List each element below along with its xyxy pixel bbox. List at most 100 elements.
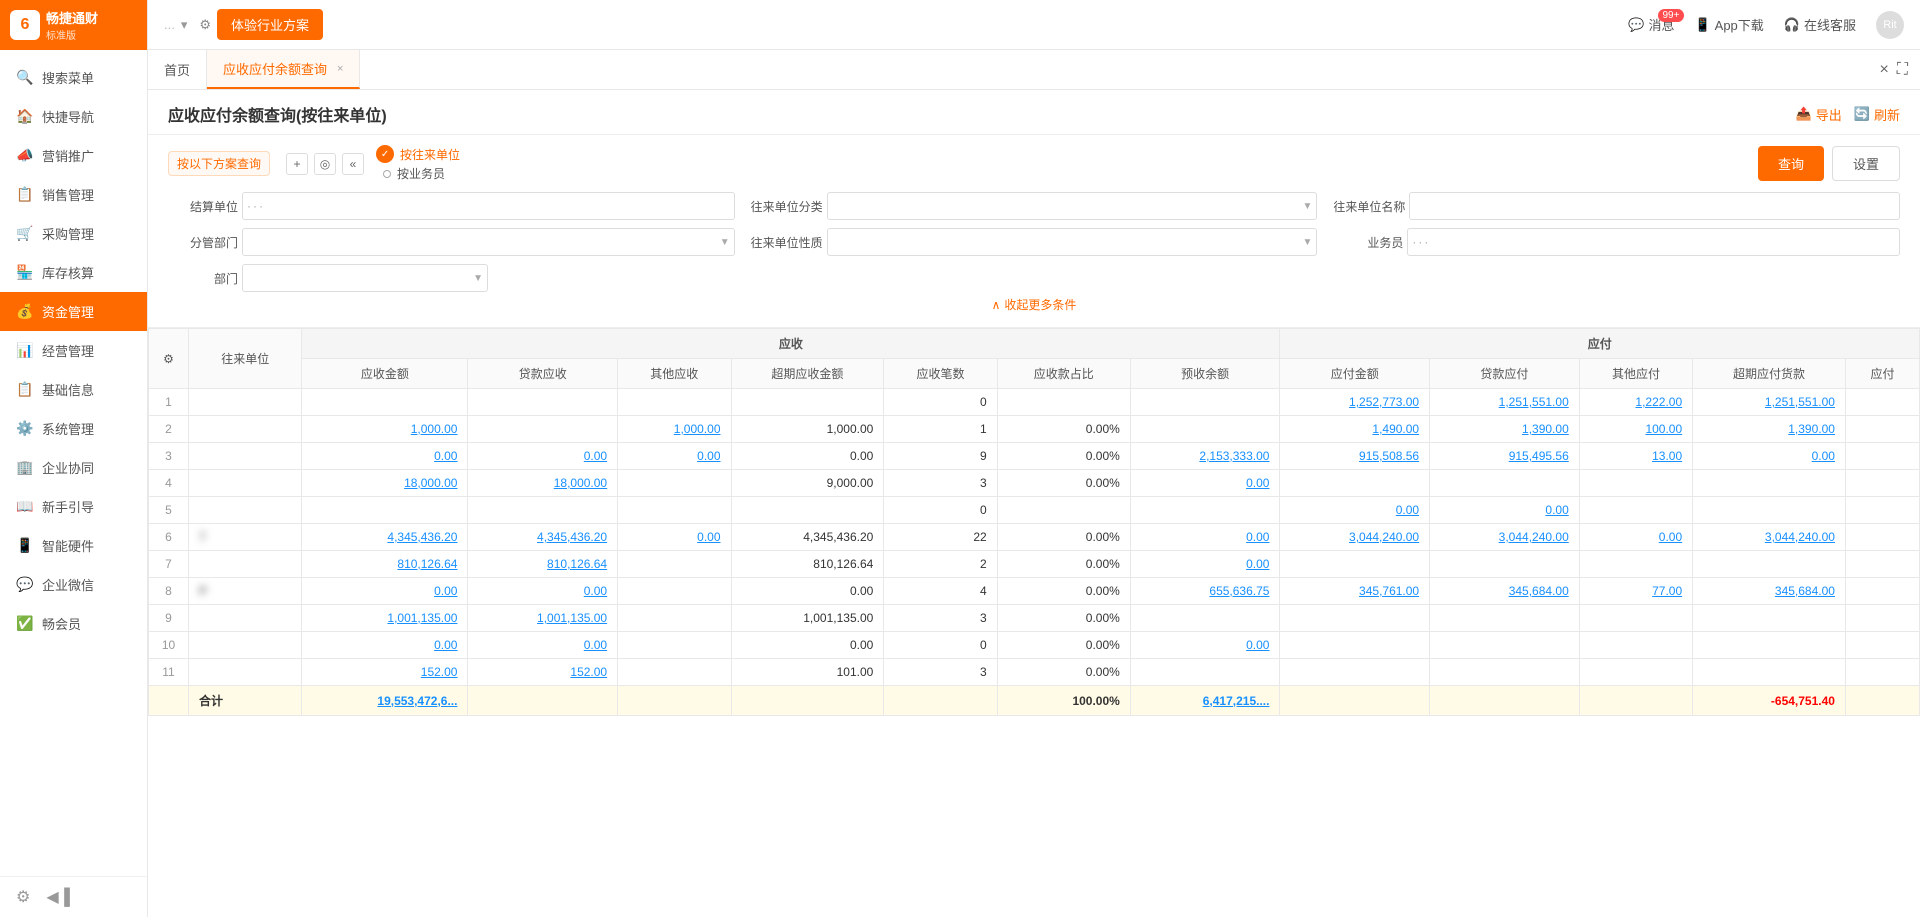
- cell-link[interactable]: 0.00: [302, 578, 468, 605]
- cell-link[interactable]: 3,044,240.00: [1693, 524, 1846, 551]
- cell-link[interactable]: 1,001,135.00: [468, 605, 618, 632]
- cell-link[interactable]: 1,222.00: [1579, 389, 1692, 416]
- sidebar-item-operations[interactable]: 📊 经营管理: [0, 331, 147, 370]
- total-ar-prepay[interactable]: 6,417,215....: [1130, 686, 1280, 716]
- cell-link[interactable]: 0.00: [302, 443, 468, 470]
- cell-link[interactable]: 0.00: [468, 632, 618, 659]
- cell-link[interactable]: 4,345,436.20: [468, 524, 618, 551]
- tab-ar-ap-query[interactable]: 应收应付余额查询 ×: [207, 50, 360, 89]
- cell-link[interactable]: 0.00: [1130, 632, 1280, 659]
- cell-link[interactable]: 2,153,333.00: [1130, 443, 1280, 470]
- query-by-salesman[interactable]: 按业务员: [378, 165, 460, 182]
- dept-manager-chevron: ▼: [720, 237, 730, 248]
- settlement-unit-select[interactable]: ···: [242, 192, 735, 220]
- cell-link[interactable]: 18,000.00: [302, 470, 468, 497]
- cell-link[interactable]: 18,000.00: [468, 470, 618, 497]
- sidebar-item-search-menu[interactable]: 🔍 搜索菜单: [0, 58, 147, 97]
- message-btn[interactable]: 💬 消息 99+: [1628, 15, 1674, 34]
- cell-link[interactable]: 345,684.00: [1430, 578, 1580, 605]
- user-menu[interactable]: Rit: [1876, 11, 1904, 39]
- cell-link[interactable]: 0.00: [468, 578, 618, 605]
- solution-button[interactable]: 体验行业方案: [217, 9, 323, 40]
- cell-link[interactable]: 13.00: [1579, 443, 1692, 470]
- cell-link[interactable]: 655,636.75: [1130, 578, 1280, 605]
- query-button[interactable]: 查询: [1758, 146, 1824, 181]
- cell-link[interactable]: 0.00: [618, 443, 731, 470]
- export-btn[interactable]: 📤 导出: [1796, 105, 1842, 124]
- settings-button[interactable]: 设置: [1832, 146, 1900, 181]
- cell-link[interactable]: 1,390.00: [1430, 416, 1580, 443]
- gear-btn[interactable]: ⚙: [199, 17, 211, 33]
- cell-link[interactable]: 0.00: [1130, 551, 1280, 578]
- sidebar-item-marketing[interactable]: 📣 营销推广: [0, 136, 147, 175]
- collapse-bar[interactable]: ∧ 收起更多条件: [168, 292, 1900, 321]
- cell-link[interactable]: 1,251,551.00: [1693, 389, 1846, 416]
- cell-link[interactable]: 0.00: [1579, 524, 1692, 551]
- cell-link[interactable]: 0.00: [1130, 470, 1280, 497]
- filter-settings-btn[interactable]: ◎: [314, 153, 336, 175]
- sidebar-item-sales[interactable]: 📋 销售管理: [0, 175, 147, 214]
- cell-link[interactable]: 1,252,773.00: [1280, 389, 1430, 416]
- sidebar-item-system[interactable]: ⚙️ 系统管理: [0, 409, 147, 448]
- collapse-icon[interactable]: ◀▐: [46, 887, 70, 907]
- cell-link[interactable]: 345,684.00: [1693, 578, 1846, 605]
- total-ar-amount[interactable]: 19,553,472,6...: [302, 686, 468, 716]
- salesman-select[interactable]: ···: [1407, 228, 1900, 256]
- cell-link[interactable]: 0.00: [1280, 497, 1430, 524]
- app-download-btn[interactable]: 📱 App下载: [1694, 15, 1763, 34]
- cell-link[interactable]: 152.00: [468, 659, 618, 686]
- cell-link[interactable]: 810,126.64: [302, 551, 468, 578]
- cell-link[interactable]: 1,000.00: [618, 416, 731, 443]
- cell-link[interactable]: 1,251,551.00: [1430, 389, 1580, 416]
- dept-manager-select[interactable]: ▼: [242, 228, 735, 256]
- cell-link[interactable]: 0.00: [1130, 524, 1280, 551]
- sidebar-item-member[interactable]: ✅ 畅会员: [0, 604, 147, 643]
- sidebar-item-basic-info[interactable]: 📋 基础信息: [0, 370, 147, 409]
- sidebar-item-smart-hw[interactable]: 📱 智能硬件: [0, 526, 147, 565]
- unit-nature-select[interactable]: ▼: [827, 228, 1318, 256]
- th-settings[interactable]: ⚙: [149, 329, 189, 389]
- sidebar-item-purchase[interactable]: 🛒 采购管理: [0, 214, 147, 253]
- cell-link[interactable]: 915,495.56: [1430, 443, 1580, 470]
- tab-close-icon[interactable]: ×: [337, 63, 343, 75]
- dept-select[interactable]: ▼: [242, 264, 488, 292]
- cell-link[interactable]: 3,044,240.00: [1430, 524, 1580, 551]
- cell-link[interactable]: 1,490.00: [1280, 416, 1430, 443]
- cell-link[interactable]: 0.00: [618, 524, 731, 551]
- sidebar-item-corp-wechat[interactable]: 💬 企业微信: [0, 565, 147, 604]
- cell-link[interactable]: 0.00: [302, 632, 468, 659]
- sidebar-item-capital[interactable]: 💰 资金管理: [0, 292, 147, 331]
- cell-link[interactable]: 1,001,135.00: [302, 605, 468, 632]
- settings-icon[interactable]: ⚙: [16, 887, 30, 907]
- data-table: ⚙ 往来单位 应收 应付 应收金额 贷款应收 其他应收 超期应收金额 应收笔数 …: [148, 328, 1920, 716]
- cell-link[interactable]: 810,126.64: [468, 551, 618, 578]
- refresh-btn[interactable]: 🔄 刷新: [1854, 105, 1900, 124]
- cell-link[interactable]: 0.00: [1430, 497, 1580, 524]
- cell-link[interactable]: 1,000.00: [302, 416, 468, 443]
- filter-add-btn[interactable]: +: [286, 153, 308, 175]
- cell-link[interactable]: 345,761.00: [1280, 578, 1430, 605]
- tab-home[interactable]: 首页: [148, 50, 207, 89]
- sidebar-item-inventory[interactable]: 🏪 库存核算: [0, 253, 147, 292]
- cell-link[interactable]: 77.00: [1579, 578, 1692, 605]
- online-service-btn[interactable]: 🎧 在线客服: [1784, 15, 1856, 34]
- unit-category-select[interactable]: ▼: [827, 192, 1318, 220]
- table-settings-icon[interactable]: ⚙: [163, 352, 174, 366]
- unit-name-input[interactable]: [1409, 192, 1900, 220]
- sidebar-item-guide[interactable]: 📖 新手引导: [0, 487, 147, 526]
- cell-link[interactable]: 100.00: [1579, 416, 1692, 443]
- sidebar-item-quick-nav[interactable]: 🏠 快捷导航: [0, 97, 147, 136]
- table-container[interactable]: ⚙ 往来单位 应收 应付 应收金额 贷款应收 其他应收 超期应收金额 应收笔数 …: [148, 328, 1920, 917]
- cell-link[interactable]: 0.00: [468, 443, 618, 470]
- cell-link[interactable]: 0.00: [1693, 443, 1846, 470]
- cell-link[interactable]: 915,508.56: [1280, 443, 1430, 470]
- query-by-unit[interactable]: ✓ 按往来单位: [376, 145, 460, 163]
- tab-expand-btn[interactable]: ⛶: [1897, 61, 1908, 79]
- filter-collapse-btn[interactable]: «: [342, 153, 364, 175]
- sidebar-item-enterprise[interactable]: 🏢 企业协同: [0, 448, 147, 487]
- cell-link[interactable]: 3,044,240.00: [1280, 524, 1430, 551]
- cell-link[interactable]: 4,345,436.20: [302, 524, 468, 551]
- tab-close-all-btn[interactable]: ×: [1879, 61, 1888, 79]
- cell-link[interactable]: 152.00: [302, 659, 468, 686]
- cell-link[interactable]: 1,390.00: [1693, 416, 1846, 443]
